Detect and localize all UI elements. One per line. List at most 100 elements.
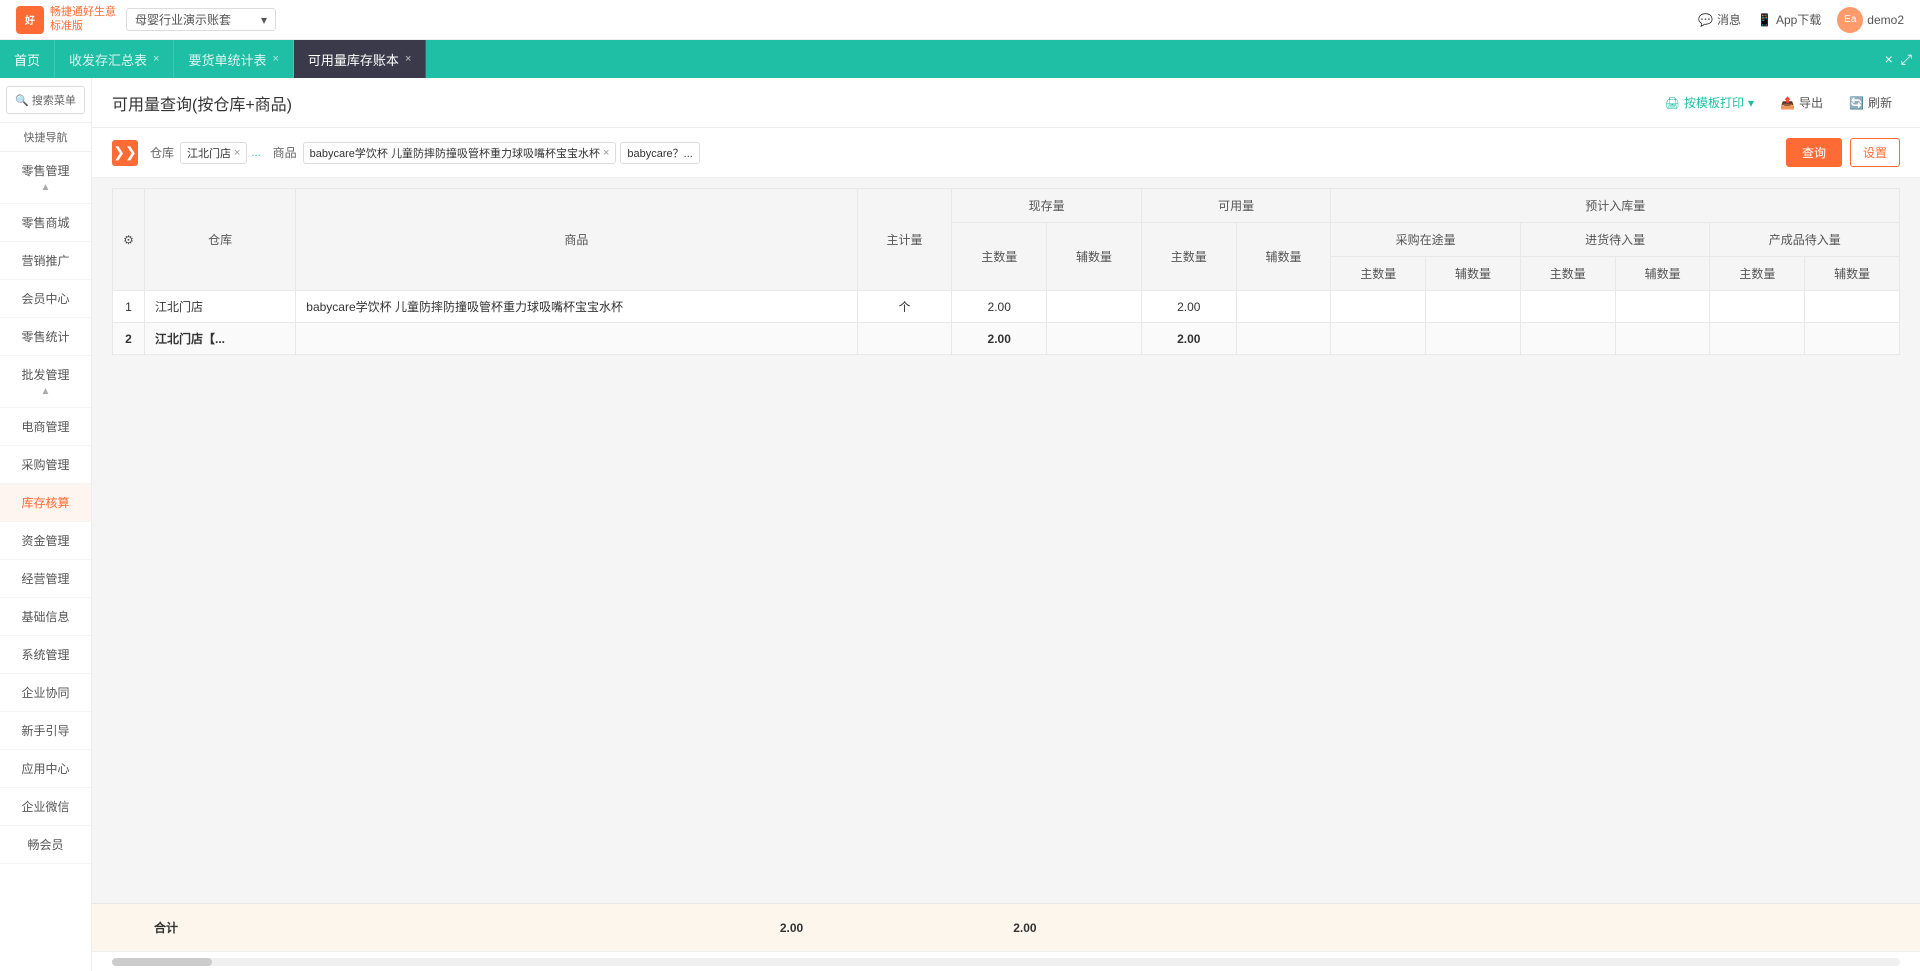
- message-icon: 💬: [1698, 13, 1713, 27]
- scrollbar-thumb[interactable]: [112, 958, 212, 966]
- sidebar-item-wholesale[interactable]: 批发管理 ▲: [0, 356, 91, 408]
- sidebar-item-purchase[interactable]: 采购管理: [0, 446, 91, 484]
- close-all-btn[interactable]: ×: [1885, 51, 1893, 67]
- settings-btn[interactable]: 设置: [1850, 138, 1900, 167]
- table-area: ⚙ 仓库 商品 主计量 现存量 可用量 预计入库量 主数量 辅数量 主数量 辅数…: [92, 178, 1920, 903]
- close-order-tab[interactable]: ×: [272, 53, 278, 65]
- maximize-btn[interactable]: ⤢: [1901, 51, 1912, 68]
- row2-available-aux: [1236, 323, 1331, 355]
- close-available-tab[interactable]: ×: [405, 53, 411, 65]
- row1-incoming-aux: [1615, 291, 1710, 323]
- sidebar-item-basic-info[interactable]: 基础信息: [0, 598, 91, 636]
- row2-index: 2: [113, 323, 145, 355]
- product-tag-1[interactable]: babycare学饮杯 儿童防摔防撞吸管杯重力球吸嘴杯宝宝水杯 ×: [303, 142, 617, 164]
- summary-empty2: [208, 912, 646, 943]
- sidebar-item-retail-mgmt[interactable]: 零售管理 ▲: [0, 152, 91, 204]
- available-main-qty-header: 主数量: [1141, 223, 1236, 291]
- incoming-aux-header: 辅数量: [1615, 257, 1710, 291]
- warehouse-tags: 江北门店 × ...: [180, 142, 261, 164]
- row1-available-aux: [1236, 291, 1331, 323]
- available-aux-qty-header: 辅数量: [1236, 223, 1331, 291]
- summary-p4: [1550, 912, 1667, 943]
- search-icon: 🔍: [15, 94, 29, 107]
- row1-production-main: [1710, 291, 1805, 323]
- summary-current-aux: [850, 912, 967, 943]
- product-tag-2[interactable]: babycare？...: [620, 142, 699, 164]
- query-btn[interactable]: 查询: [1786, 138, 1842, 167]
- remove-warehouse-tag[interactable]: ×: [234, 147, 240, 159]
- sidebar-item-enterprise-collab[interactable]: 企业协同: [0, 674, 91, 712]
- industry-select[interactable]: 母婴行业演示账套 ▾: [126, 8, 276, 31]
- search-menu-btn[interactable]: 🔍 搜索菜单: [6, 86, 85, 114]
- sidebar-item-finance[interactable]: 资金管理: [0, 522, 91, 560]
- summary-empty1: [112, 912, 144, 943]
- sidebar: 🔍 搜索菜单 快捷导航 零售管理 ▲ 零售商城 营销推广 会员中心 零售统计 批…: [0, 78, 92, 971]
- tab-order-stats[interactable]: 要货单统计表 ×: [174, 40, 293, 78]
- chevron-icon-wholesale: ▲: [41, 386, 51, 397]
- main-layout: 🔍 搜索菜单 快捷导航 零售管理 ▲ 零售商城 营销推广 会员中心 零售统计 批…: [0, 78, 1920, 971]
- sidebar-item-member[interactable]: 会员中心: [0, 280, 91, 318]
- tab-receipt-summary[interactable]: 收发存汇总表 ×: [55, 40, 174, 78]
- product-label: 商品: [273, 144, 297, 161]
- sidebar-item-operations[interactable]: 经营管理: [0, 560, 91, 598]
- row2-current-main: 2.00: [952, 323, 1047, 355]
- top-bar: 好 畅捷通好生意 标准版 母婴行业演示账套 ▾ 💬 消息 📱 App下载 Ea …: [0, 0, 1920, 40]
- scrollbar-track[interactable]: [112, 958, 1900, 966]
- current-stock-col-header: 现存量: [952, 189, 1142, 223]
- sidebar-item-newbie[interactable]: 新手引导: [0, 712, 91, 750]
- estimated-in-col-header: 预计入库量: [1331, 189, 1900, 223]
- nav-window-btns: × ⤢: [1877, 40, 1920, 78]
- sidebar-item-wechat[interactable]: 企业微信: [0, 788, 91, 826]
- settings-col-header[interactable]: ⚙: [113, 189, 145, 291]
- summary-table: 合计 2.00 2.00: [112, 912, 1900, 943]
- row1-warehouse: 江北门店: [145, 291, 296, 323]
- summary-p5: [1667, 912, 1784, 943]
- current-main-qty-header: 主数量: [952, 223, 1047, 291]
- nav-spacer: [426, 40, 1876, 78]
- top-bar-left: 好 畅捷通好生意 标准版 母婴行业演示账套 ▾: [16, 6, 276, 34]
- chevron-icon: ▲: [41, 182, 51, 193]
- production-pending-header: 产成品待入量: [1710, 223, 1900, 257]
- row2-incoming-main: [1520, 323, 1615, 355]
- row2-warehouse: 江北门店【...: [145, 323, 296, 355]
- row2-unit: [857, 323, 952, 355]
- incoming-main-header: 主数量: [1520, 257, 1615, 291]
- tab-available-stock[interactable]: 可用量库存账本 ×: [294, 40, 426, 78]
- sidebar-item-system[interactable]: 系统管理: [0, 636, 91, 674]
- row1-unit: 个: [857, 291, 952, 323]
- chevron-right-icon: ❯❯: [113, 144, 136, 161]
- warehouse-more[interactable]: ...: [251, 147, 260, 159]
- filter-actions: 查询 设置: [1786, 138, 1900, 167]
- sidebar-item-ecommerce[interactable]: 电商管理: [0, 408, 91, 446]
- warehouse-col-header: 仓库: [145, 189, 296, 291]
- row2-production-main: [1710, 323, 1805, 355]
- sidebar-item-retail-stats[interactable]: 零售统计: [0, 318, 91, 356]
- row2-product: [296, 323, 857, 355]
- sidebar-item-app-center[interactable]: 应用中心: [0, 750, 91, 788]
- summary-p6: [1783, 912, 1900, 943]
- sidebar-item-member-pro[interactable]: 畅会员: [0, 826, 91, 864]
- page-title: 可用量查询(按仓库+商品): [112, 91, 292, 115]
- user-area[interactable]: Ea demo2: [1837, 7, 1904, 33]
- row1-product: babycare学饮杯 儿童防摔防撞吸管杯重力球吸嘴杯宝宝水杯: [296, 291, 857, 323]
- filter-bar: ❯❯ 仓库 江北门店 × ... 商品 babycare学饮杯 儿童防摔防撞吸管…: [92, 128, 1920, 178]
- tab-home[interactable]: 首页: [0, 40, 55, 78]
- sidebar-item-retail-shop[interactable]: 零售商城: [0, 204, 91, 242]
- remove-product-tag-1[interactable]: ×: [603, 147, 609, 159]
- app-download-btn[interactable]: 📱 App下载: [1757, 11, 1821, 28]
- template-print-btn[interactable]: 🖨 按模板打印 ▾: [1657, 90, 1762, 115]
- sidebar-item-inventory[interactable]: 库存核算: [0, 484, 91, 522]
- warehouse-tag[interactable]: 江北门店 ×: [180, 142, 247, 164]
- filter-expand-btn[interactable]: ❯❯: [112, 140, 138, 166]
- row1-current-main: 2.00: [952, 291, 1047, 323]
- close-receipt-tab[interactable]: ×: [153, 53, 159, 65]
- refresh-btn[interactable]: 🔄 刷新: [1841, 90, 1900, 115]
- row2-production-aux: [1805, 323, 1900, 355]
- incoming-pending-header: 进货待入量: [1520, 223, 1710, 257]
- warehouse-label: 仓库: [150, 144, 174, 161]
- sidebar-item-marketing[interactable]: 营销推广: [0, 242, 91, 280]
- export-btn[interactable]: 📤 导出: [1772, 90, 1831, 115]
- quick-nav-btn[interactable]: 快捷导航: [0, 123, 91, 152]
- message-btn[interactable]: 💬 消息: [1698, 11, 1741, 28]
- app-icon: 📱: [1757, 13, 1772, 27]
